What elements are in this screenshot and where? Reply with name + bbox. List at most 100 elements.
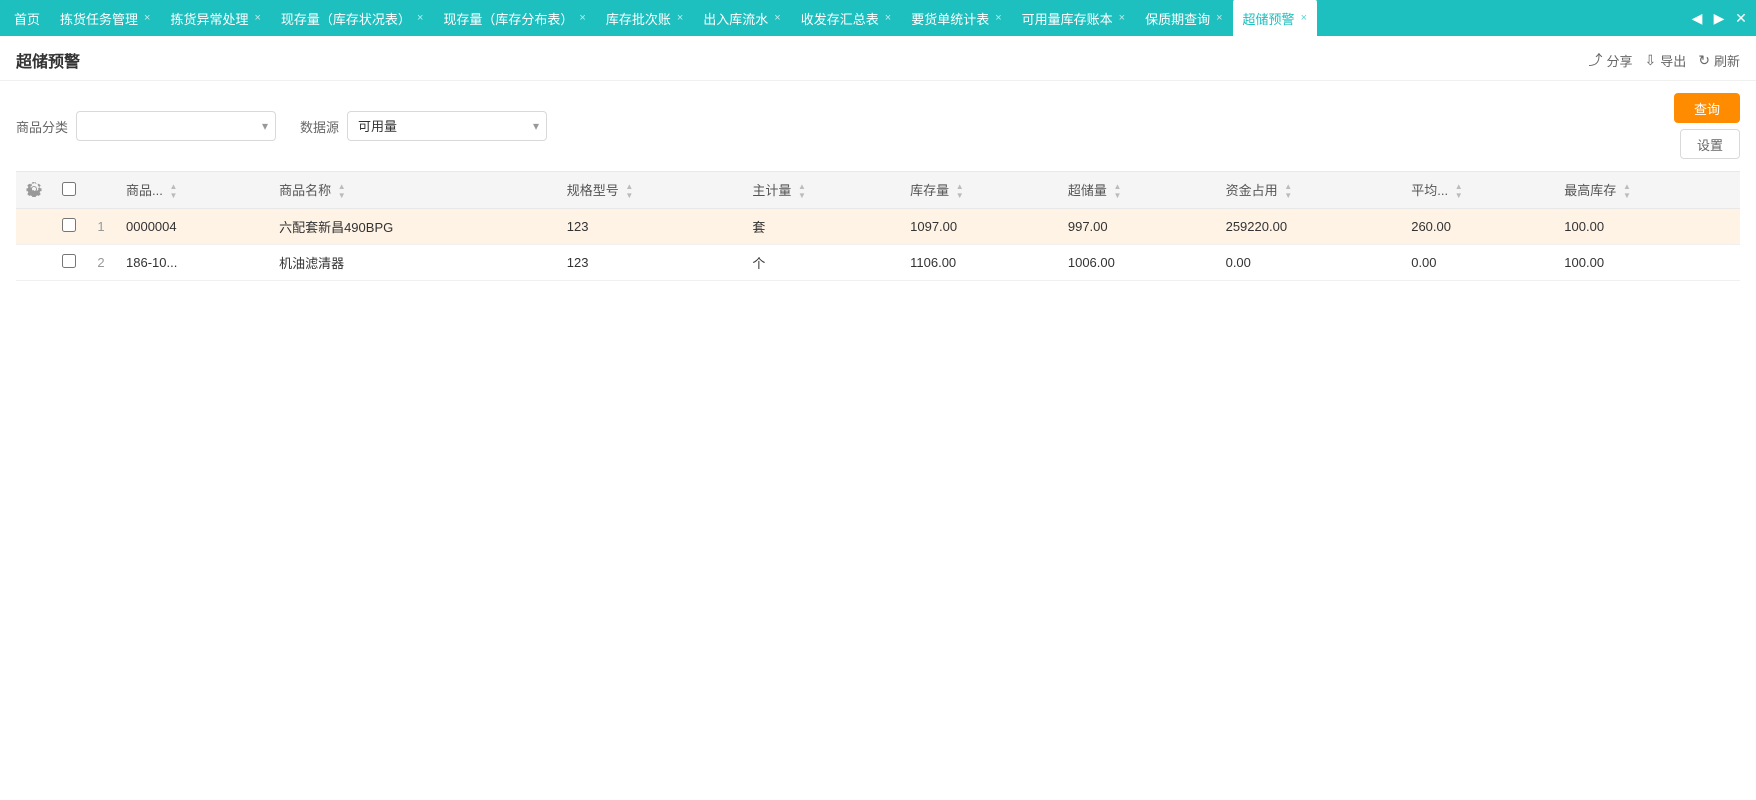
row-cell-0-6: 套 xyxy=(742,209,900,245)
category-select-wrapper xyxy=(76,111,276,141)
data-table: 商品... ▲▼ 商品名称 ▲▼ 规格型号 ▲▼ 主计量 ▲▼ xyxy=(16,171,1740,281)
filter-buttons: 查询 设置 xyxy=(1674,93,1740,159)
col-unit[interactable]: 主计量 ▲▼ xyxy=(742,172,900,209)
header-actions: ⤴ 分享 ⇩ 导出 ↻ 刷新 xyxy=(1588,50,1740,70)
export-icon: ⇩ xyxy=(1645,52,1657,69)
nav-item-close-5[interactable]: × xyxy=(677,12,683,24)
row-cell-1-10: 0.00 xyxy=(1401,245,1554,281)
table-wrapper: 商品... ▲▼ 商品名称 ▲▼ 规格型号 ▲▼ 主计量 ▲▼ xyxy=(0,171,1756,281)
row-checkbox-0[interactable] xyxy=(62,218,76,232)
sort-product-name-icon: ▲▼ xyxy=(338,183,346,200)
datasource-label: 数据源 xyxy=(300,117,339,136)
col-rownum xyxy=(86,172,116,209)
sort-max-stock-icon: ▲▼ xyxy=(1623,183,1631,200)
sort-product-code-icon: ▲▼ xyxy=(169,183,177,200)
row-cell-1-7: 1106.00 xyxy=(900,245,1058,281)
nav-item-10[interactable]: 保质期查询× xyxy=(1135,0,1232,36)
category-label: 商品分类 xyxy=(16,117,68,136)
refresh-button[interactable]: ↻ 刷新 xyxy=(1698,51,1740,70)
nav-item-7[interactable]: 收发存汇总表× xyxy=(791,0,901,36)
query-button[interactable]: 查询 xyxy=(1674,93,1740,123)
nav-item-close-1[interactable]: × xyxy=(144,12,150,24)
col-product-name[interactable]: 商品名称 ▲▼ xyxy=(269,172,557,209)
set-button[interactable]: 设置 xyxy=(1680,129,1740,159)
nav-item-0[interactable]: 首页 xyxy=(4,0,50,36)
row-cell-1-8: 1006.00 xyxy=(1058,245,1216,281)
row-cell-0-3: 0000004 xyxy=(116,209,269,245)
nav-item-close-10[interactable]: × xyxy=(1216,12,1222,24)
datasource-select-wrapper: 可用量 xyxy=(347,111,547,141)
sort-stock-icon: ▲▼ xyxy=(956,183,964,200)
nav-item-close-7[interactable]: × xyxy=(885,12,891,24)
table-row: 2186-10...机油滤清器123个1106.001006.000.000.0… xyxy=(16,245,1740,281)
top-nav: 首页拣货任务管理×拣货异常处理×现存量（库存状况表）×现存量（库存分布表）×库存… xyxy=(0,0,1756,36)
nav-next-btn[interactable]: ▶ xyxy=(1708,0,1730,36)
sort-overstock-icon: ▲▼ xyxy=(1114,183,1122,200)
col-product-code[interactable]: 商品... ▲▼ xyxy=(116,172,269,209)
row-cell-1-3: 186-10... xyxy=(116,245,269,281)
nav-item-3[interactable]: 现存量（库存状况表）× xyxy=(271,0,433,36)
nav-item-11[interactable]: 超储预警× xyxy=(1233,0,1317,36)
row-cell-0-4: 六配套新昌490BPG xyxy=(269,209,557,245)
col-capital[interactable]: 资金占用 ▲▼ xyxy=(1216,172,1402,209)
nav-item-close-4[interactable]: × xyxy=(579,12,585,24)
nav-item-8[interactable]: 要货单统计表× xyxy=(901,0,1011,36)
category-select[interactable] xyxy=(76,111,276,141)
row-gear-0[interactable] xyxy=(16,209,52,245)
datasource-select[interactable]: 可用量 xyxy=(347,111,547,141)
row-cell-0-7: 1097.00 xyxy=(900,209,1058,245)
nav-prev-btn[interactable]: ◀ xyxy=(1686,0,1708,36)
table-row: 10000004六配套新昌490BPG123套1097.00997.002592… xyxy=(16,209,1740,245)
col-max-stock[interactable]: 最高库存 ▲▼ xyxy=(1554,172,1740,209)
nav-item-close-2[interactable]: × xyxy=(254,12,260,24)
row-gear-1[interactable] xyxy=(16,245,52,281)
refresh-icon: ↻ xyxy=(1698,52,1710,69)
row-checkbox-cell-0[interactable] xyxy=(52,209,86,245)
sort-spec-icon: ▲▼ xyxy=(625,183,633,200)
row-cell-1-4: 机油滤清器 xyxy=(269,245,557,281)
page-content: 超储预警 ⤴ 分享 ⇩ 导出 ↻ 刷新 商品分类 xyxy=(0,36,1756,800)
settings-icon xyxy=(26,181,42,197)
nav-item-close-8[interactable]: × xyxy=(995,12,1001,24)
nav-item-close-3[interactable]: × xyxy=(417,12,423,24)
row-num-1: 2 xyxy=(86,245,116,281)
row-cell-0-8: 997.00 xyxy=(1058,209,1216,245)
table-body: 10000004六配套新昌490BPG123套1097.00997.002592… xyxy=(16,209,1740,281)
row-cell-0-11: 100.00 xyxy=(1554,209,1740,245)
col-overstock[interactable]: 超储量 ▲▼ xyxy=(1058,172,1216,209)
row-cell-0-9: 259220.00 xyxy=(1216,209,1402,245)
select-all-checkbox[interactable] xyxy=(62,182,76,196)
col-gear[interactable] xyxy=(16,172,52,209)
col-avg[interactable]: 平均... ▲▼ xyxy=(1401,172,1554,209)
nav-item-2[interactable]: 拣货异常处理× xyxy=(160,0,270,36)
row-checkbox-cell-1[interactable] xyxy=(52,245,86,281)
filter-area: 商品分类 数据源 可用量 查询 设置 xyxy=(0,81,1756,171)
category-filter: 商品分类 xyxy=(16,111,276,141)
nav-item-9[interactable]: 可用量库存账本× xyxy=(1012,0,1135,36)
row-cell-1-6: 个 xyxy=(742,245,900,281)
share-button[interactable]: ⤴ 分享 xyxy=(1588,50,1632,70)
nav-item-close-11[interactable]: × xyxy=(1301,12,1307,24)
nav-item-close-6[interactable]: × xyxy=(774,12,780,24)
row-cell-1-5: 123 xyxy=(557,245,743,281)
row-cell-0-5: 123 xyxy=(557,209,743,245)
col-stock[interactable]: 库存量 ▲▼ xyxy=(900,172,1058,209)
nav-item-5[interactable]: 库存批次账× xyxy=(596,0,693,36)
col-spec[interactable]: 规格型号 ▲▼ xyxy=(557,172,743,209)
page-title: 超储预警 xyxy=(16,48,80,72)
sort-unit-icon: ▲▼ xyxy=(798,183,806,200)
row-checkbox-1[interactable] xyxy=(62,254,76,268)
sort-capital-icon: ▲▼ xyxy=(1284,183,1292,200)
col-select-all[interactable] xyxy=(52,172,86,209)
row-cell-0-10: 260.00 xyxy=(1401,209,1554,245)
page-header: 超储预警 ⤴ 分享 ⇩ 导出 ↻ 刷新 xyxy=(0,36,1756,81)
nav-item-close-9[interactable]: × xyxy=(1119,12,1125,24)
nav-item-1[interactable]: 拣货任务管理× xyxy=(50,0,160,36)
nav-close-btn[interactable]: ✕ xyxy=(1730,0,1752,36)
export-button[interactable]: ⇩ 导出 xyxy=(1645,51,1687,70)
row-cell-1-9: 0.00 xyxy=(1216,245,1402,281)
nav-item-4[interactable]: 现存量（库存分布表）× xyxy=(433,0,595,36)
sort-avg-icon: ▲▼ xyxy=(1455,183,1463,200)
share-icon: ⤴ xyxy=(1588,50,1602,70)
nav-item-6[interactable]: 出入库流水× xyxy=(693,0,790,36)
